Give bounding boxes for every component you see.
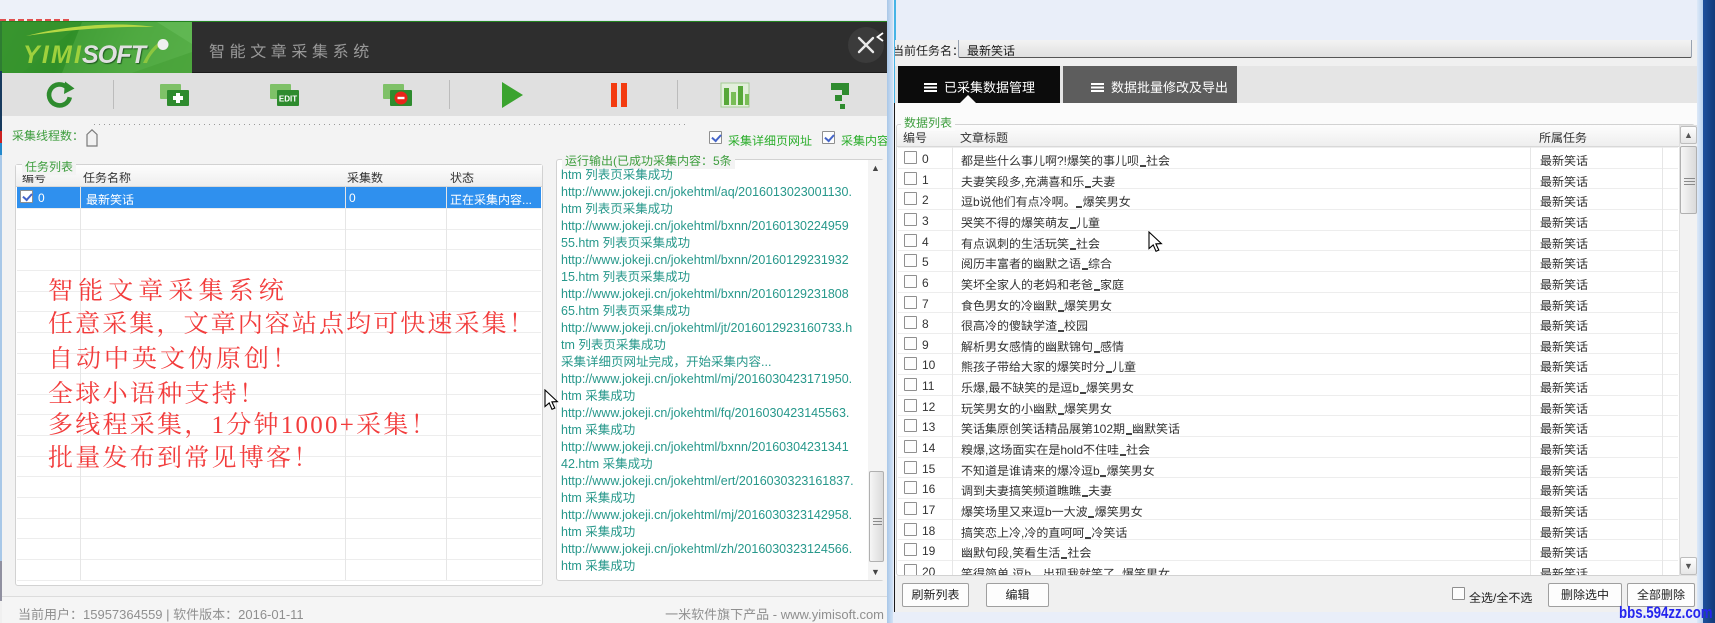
- svg-text:YIMI: YIMI: [23, 41, 82, 69]
- svg-text:EDIT: EDIT: [279, 95, 297, 104]
- svg-text:SOFT: SOFT: [82, 41, 149, 69]
